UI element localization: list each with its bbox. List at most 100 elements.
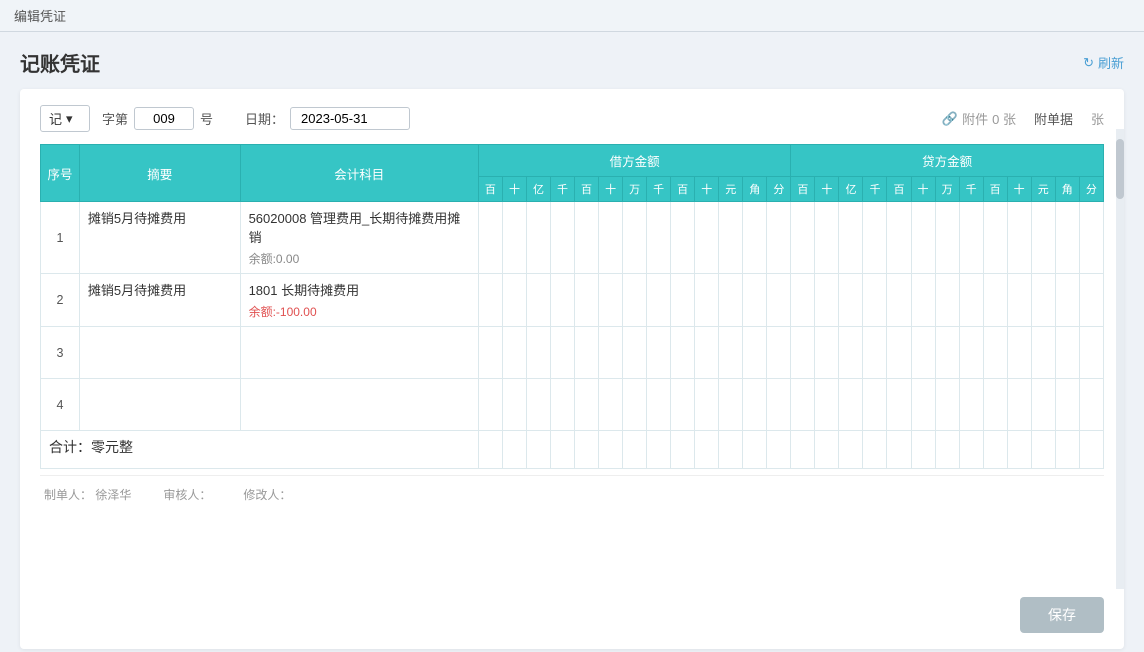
row-3-debit-8[interactable] xyxy=(671,379,695,431)
row-1-credit-7[interactable] xyxy=(959,274,983,327)
row-3-credit-6[interactable] xyxy=(935,379,959,431)
row-2-debit-7[interactable] xyxy=(647,327,671,379)
row-3-debit-9[interactable] xyxy=(695,379,719,431)
row-1-credit-9[interactable] xyxy=(1007,274,1031,327)
row-3-credit-4[interactable] xyxy=(887,379,911,431)
row-2-debit-4[interactable] xyxy=(575,327,599,379)
row-2-credit-1[interactable] xyxy=(815,327,839,379)
save-button[interactable]: 保存 xyxy=(1020,597,1104,633)
row-2-debit-1[interactable] xyxy=(502,327,526,379)
row-2-debit-2[interactable] xyxy=(526,327,550,379)
row-0-credit-8[interactable] xyxy=(983,202,1007,274)
row-1-debit-0[interactable] xyxy=(478,274,502,327)
row-2-credit-3[interactable] xyxy=(863,327,887,379)
row-3-debit-3[interactable] xyxy=(550,379,574,431)
row-3-credit-9[interactable] xyxy=(1007,379,1031,431)
row-0-credit-3[interactable] xyxy=(863,202,887,274)
row-1-credit-8[interactable] xyxy=(983,274,1007,327)
row-1-debit-12[interactable] xyxy=(767,274,791,327)
row-2-debit-9[interactable] xyxy=(695,327,719,379)
row-1-debit-2[interactable] xyxy=(526,274,550,327)
row-2-credit-6[interactable] xyxy=(935,327,959,379)
date-input[interactable] xyxy=(290,107,410,130)
row-0-debit-10[interactable] xyxy=(719,202,743,274)
row-1-subject[interactable]: 1801 长期待摊费用余额:-100.00 xyxy=(240,274,478,327)
row-1-debit-6[interactable] xyxy=(623,274,647,327)
row-1-debit-1[interactable] xyxy=(502,274,526,327)
row-0-debit-5[interactable] xyxy=(599,202,623,274)
row-2-debit-5[interactable] xyxy=(599,327,623,379)
row-1-summary[interactable]: 摊销5月待摊费用 xyxy=(79,274,240,327)
row-2-credit-4[interactable] xyxy=(887,327,911,379)
row-3-credit-2[interactable] xyxy=(839,379,863,431)
row-1-debit-3[interactable] xyxy=(550,274,574,327)
row-1-credit-1[interactable] xyxy=(815,274,839,327)
row-0-summary[interactable]: 摊销5月待摊费用 xyxy=(79,202,240,274)
row-0-credit-0[interactable] xyxy=(791,202,815,274)
scroll-track[interactable] xyxy=(1116,129,1124,589)
row-2-debit-3[interactable] xyxy=(550,327,574,379)
refresh-button[interactable]: ↻ 刷新 xyxy=(1083,53,1124,72)
row-2-credit-0[interactable] xyxy=(791,327,815,379)
row-0-debit-3[interactable] xyxy=(550,202,574,274)
row-3-debit-1[interactable] xyxy=(502,379,526,431)
row-3-credit-7[interactable] xyxy=(959,379,983,431)
row-0-credit-1[interactable] xyxy=(815,202,839,274)
row-2-summary[interactable] xyxy=(79,327,240,379)
row-3-debit-0[interactable] xyxy=(478,379,502,431)
row-0-debit-6[interactable] xyxy=(623,202,647,274)
row-3-credit-8[interactable] xyxy=(983,379,1007,431)
row-2-credit-11[interactable] xyxy=(1055,327,1079,379)
row-0-debit-4[interactable] xyxy=(575,202,599,274)
row-0-credit-7[interactable] xyxy=(959,202,983,274)
row-3-subject[interactable] xyxy=(240,379,478,431)
row-1-credit-2[interactable] xyxy=(839,274,863,327)
row-2-credit-7[interactable] xyxy=(959,327,983,379)
row-1-credit-12[interactable] xyxy=(1079,274,1103,327)
row-3-summary[interactable] xyxy=(79,379,240,431)
row-3-debit-12[interactable] xyxy=(767,379,791,431)
row-0-credit-6[interactable] xyxy=(935,202,959,274)
row-1-credit-11[interactable] xyxy=(1055,274,1079,327)
row-1-debit-5[interactable] xyxy=(599,274,623,327)
row-1-debit-9[interactable] xyxy=(695,274,719,327)
row-3-credit-11[interactable] xyxy=(1055,379,1079,431)
row-1-debit-8[interactable] xyxy=(671,274,695,327)
row-1-credit-5[interactable] xyxy=(911,274,935,327)
row-0-credit-5[interactable] xyxy=(911,202,935,274)
row-3-debit-2[interactable] xyxy=(526,379,550,431)
row-0-credit-12[interactable] xyxy=(1079,202,1103,274)
row-2-credit-10[interactable] xyxy=(1031,327,1055,379)
row-2-debit-8[interactable] xyxy=(671,327,695,379)
attach-single-button[interactable]: 附单据 xyxy=(1034,109,1073,128)
row-0-credit-4[interactable] xyxy=(887,202,911,274)
row-1-debit-7[interactable] xyxy=(647,274,671,327)
row-0-debit-0[interactable] xyxy=(478,202,502,274)
row-3-debit-4[interactable] xyxy=(575,379,599,431)
row-3-credit-10[interactable] xyxy=(1031,379,1055,431)
ji-select[interactable]: 记 ▾ xyxy=(40,105,90,132)
row-3-debit-5[interactable] xyxy=(599,379,623,431)
row-2-debit-0[interactable] xyxy=(478,327,502,379)
row-0-credit-10[interactable] xyxy=(1031,202,1055,274)
row-0-credit-2[interactable] xyxy=(839,202,863,274)
row-1-credit-4[interactable] xyxy=(887,274,911,327)
row-2-debit-6[interactable] xyxy=(623,327,647,379)
row-1-debit-4[interactable] xyxy=(575,274,599,327)
row-2-subject[interactable] xyxy=(240,327,478,379)
row-0-debit-2[interactable] xyxy=(526,202,550,274)
row-0-debit-1[interactable] xyxy=(502,202,526,274)
row-2-credit-5[interactable] xyxy=(911,327,935,379)
row-0-debit-8[interactable] xyxy=(671,202,695,274)
row-3-debit-10[interactable] xyxy=(719,379,743,431)
row-0-subject[interactable]: 56020008 管理费用_长期待摊费用摊销余额:0.00 xyxy=(240,202,478,274)
row-2-credit-2[interactable] xyxy=(839,327,863,379)
row-0-credit-9[interactable] xyxy=(1007,202,1031,274)
row-3-credit-1[interactable] xyxy=(815,379,839,431)
row-3-credit-5[interactable] xyxy=(911,379,935,431)
row-1-credit-0[interactable] xyxy=(791,274,815,327)
row-3-credit-12[interactable] xyxy=(1079,379,1103,431)
row-1-debit-11[interactable] xyxy=(743,274,767,327)
row-0-credit-11[interactable] xyxy=(1055,202,1079,274)
row-3-credit-0[interactable] xyxy=(791,379,815,431)
